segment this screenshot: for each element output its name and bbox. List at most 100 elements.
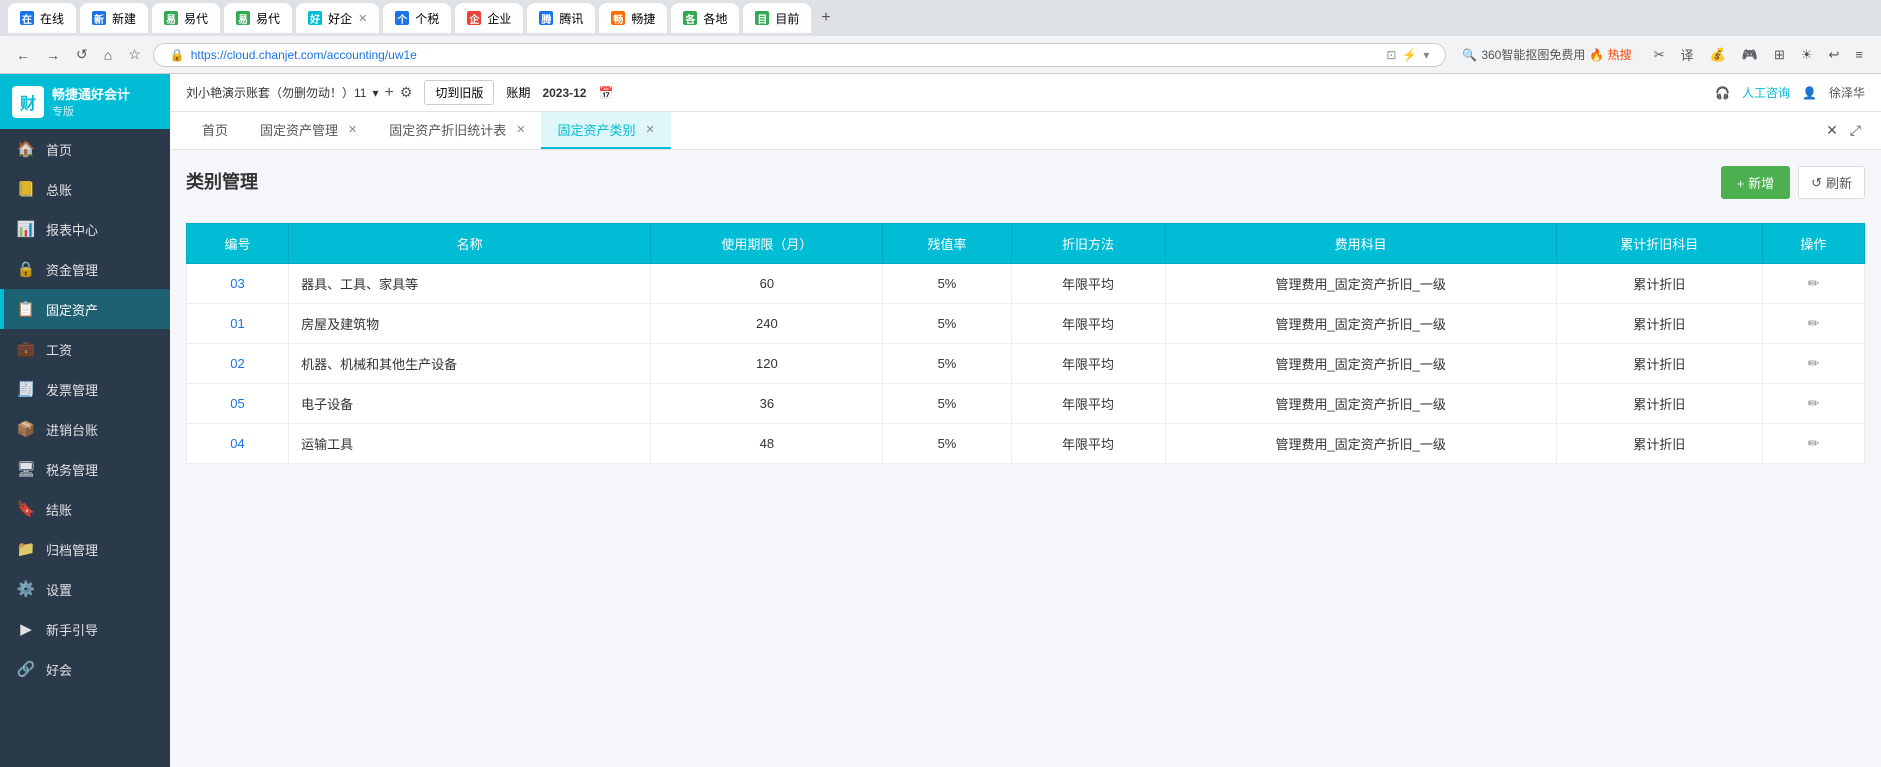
page-tab-category-label: 固定资产类别 [557, 120, 635, 139]
page-tab-fixed-mgmt-close[interactable]: ✕ [348, 123, 357, 136]
back-button[interactable]: ← [12, 43, 34, 67]
page-tab-home[interactable]: 首页 [186, 112, 244, 149]
refresh-button[interactable]: ↺ 刷新 [1798, 166, 1865, 199]
sidebar-item-more[interactable]: 🔗 好会 [0, 649, 170, 689]
browser-tab-3[interactable]: 易 易代 [224, 3, 292, 33]
cell-months-1: 240 [651, 304, 883, 344]
sidebar-label-closing: 结账 [46, 500, 72, 519]
cell-action-1[interactable]: ✏ [1762, 304, 1864, 344]
url-bar[interactable]: 🔒 https://cloud.chanjet.com/accounting/u… [153, 43, 1447, 67]
header-expense: 费用科目 [1165, 224, 1556, 264]
cell-name-4: 运输工具 [289, 424, 651, 464]
cell-expense-3: 管理费用_固定资产折旧_一级 [1165, 384, 1556, 424]
dropdown-icon[interactable]: ▾ [1423, 48, 1429, 62]
sidebar-label-reports: 报表中心 [46, 220, 98, 239]
headset-icon: 🎧 [1715, 86, 1730, 100]
table-row: 02 机器、机械和其他生产设备 120 5% 年限平均 管理费用_固定资产折旧_… [187, 344, 1865, 384]
page-tab-category[interactable]: 固定资产类别 ✕ [541, 112, 670, 149]
sidebar-item-tax[interactable]: 🖥 税务管理 [0, 449, 170, 489]
action-bar: + 新增 ↺ 刷新 [1721, 166, 1865, 199]
page-tab-fixed-mgmt[interactable]: 固定资产管理 ✕ [244, 112, 373, 149]
cell-action-3[interactable]: ✏ [1762, 384, 1864, 424]
tab-collapse-button[interactable]: ✕ [1822, 118, 1842, 143]
search-area: 🔍 360智能抠图免费用 🔥 热搜 [1454, 46, 1639, 63]
page-tab-depreciation[interactable]: 固定资产折旧统计表 ✕ [373, 112, 541, 149]
table-row: 05 电子设备 36 5% 年限平均 管理费用_固定资产折旧_一级 累计折旧 ✏ [187, 384, 1865, 424]
cell-months-3: 36 [651, 384, 883, 424]
cell-months-2: 120 [651, 344, 883, 384]
sidebar-item-home[interactable]: 🏠 首页 [0, 129, 170, 169]
page-title: 类别管理 [186, 168, 258, 194]
cell-action-4[interactable]: ✏ [1762, 424, 1864, 464]
home-nav-button[interactable]: ⌂ [100, 43, 116, 67]
sidebar-item-payroll[interactable]: 💼 工资 [0, 329, 170, 369]
table-row: 04 运输工具 48 5% 年限平均 管理费用_固定资产折旧_一级 累计折旧 ✏ [187, 424, 1865, 464]
undo-icon[interactable]: ↩ [1823, 43, 1846, 67]
cut-icon[interactable]: ✂ [1648, 43, 1671, 67]
browser-tab-label-1: 新建 [112, 10, 136, 27]
edit-icon-1[interactable]: ✏ [1808, 315, 1820, 331]
bookmark-button[interactable]: ☆ [124, 42, 145, 67]
user-company: 刘小艳演示账套（勿删勿动！）11 [186, 84, 366, 101]
new-tab-button[interactable]: + [815, 9, 836, 27]
browser-tab-label-3: 易代 [256, 10, 280, 27]
menu-icon[interactable]: ≡ [1849, 43, 1869, 66]
edit-icon-3[interactable]: ✏ [1808, 395, 1820, 411]
sidebar-label-settings: 设置 [46, 580, 72, 599]
tab-expand-button[interactable]: ⤢ [1846, 118, 1865, 143]
cell-action-2[interactable]: ✏ [1762, 344, 1864, 384]
cell-months-4: 48 [651, 424, 883, 464]
browser-tab-10[interactable]: 目 目前 [743, 3, 811, 33]
browser-tab-4[interactable]: 好 好企 ✕ [296, 3, 379, 33]
game-icon[interactable]: 🎮 [1736, 43, 1764, 67]
more-icon: 🔗 [16, 659, 36, 679]
cell-accumulated-2: 累计折旧 [1556, 344, 1762, 384]
user-dropdown-icon[interactable]: ▾ [372, 86, 378, 100]
translate-icon[interactable]: 译 [1675, 41, 1700, 68]
sidebar-item-funds[interactable]: 🔒 资金管理 [0, 249, 170, 289]
cell-residual-2: 5% [883, 344, 1011, 384]
app-layout: 财 畅捷通好会计 专版 🏠 首页 📒 总账 📊 报表中心 🔒 资金管理 📋 固定… [0, 74, 1881, 767]
calendar-icon[interactable]: 📅 [598, 86, 613, 100]
sidebar-item-stock[interactable]: 📦 进销台账 [0, 409, 170, 449]
logo-text: 畅捷通好会计 [52, 84, 130, 103]
edit-icon-0[interactable]: ✏ [1808, 275, 1820, 291]
browser-tab-2[interactable]: 易 易代 [152, 3, 220, 33]
sidebar-item-reports[interactable]: 📊 报表中心 [0, 209, 170, 249]
page-tab-category-close[interactable]: ✕ [646, 123, 655, 136]
browser-tab-5[interactable]: 个 个税 [383, 3, 451, 33]
consult-label[interactable]: 人工咨询 [1742, 84, 1790, 101]
sidebar-item-fixed-assets[interactable]: 📋 固定资产 [0, 289, 170, 329]
page-tab-depreciation-close[interactable]: ✕ [516, 123, 525, 136]
browser-tab-0[interactable]: 在 在线 [8, 3, 76, 33]
switch-version-button[interactable]: 切到旧版 [424, 80, 494, 105]
forward-button[interactable]: → [42, 43, 64, 67]
add-account-button[interactable]: + [385, 84, 394, 102]
settings-gear-button[interactable]: ⚙ [400, 84, 413, 101]
browser-tab-7[interactable]: 腾 腾讯 [527, 3, 595, 33]
sidebar-label-fixed-assets: 固定资产 [46, 300, 98, 319]
brightness-icon[interactable]: ☀ [1795, 43, 1819, 67]
browser-tab-close-4[interactable]: ✕ [358, 12, 367, 25]
sidebar-item-invoices[interactable]: 🧾 发票管理 [0, 369, 170, 409]
wallet-icon[interactable]: 💰 [1704, 43, 1732, 67]
search-placeholder: 360智能抠图免费用 [1481, 46, 1585, 63]
cell-action-0[interactable]: ✏ [1762, 264, 1864, 304]
reload-button[interactable]: ↺ [72, 42, 92, 67]
browser-tab-6[interactable]: 企 企业 [455, 3, 523, 33]
sidebar-item-settings[interactable]: ⚙️ 设置 [0, 569, 170, 609]
browser-tab-8[interactable]: 畅 畅捷 [599, 3, 667, 33]
grid-icon[interactable]: ⊞ [1768, 43, 1791, 67]
sidebar-label-tax: 税务管理 [46, 460, 98, 479]
sidebar-item-guide[interactable]: ▶ 新手引导 [0, 609, 170, 649]
sidebar-item-archive[interactable]: 📁 归档管理 [0, 529, 170, 569]
browser-tab-1[interactable]: 新 新建 [80, 3, 148, 33]
edit-icon-2[interactable]: ✏ [1808, 355, 1820, 371]
hot-search-label: 🔥 热搜 [1589, 46, 1631, 63]
edit-icon-4[interactable]: ✏ [1808, 435, 1820, 451]
sidebar-item-closing[interactable]: 🔖 结账 [0, 489, 170, 529]
cell-accumulated-1: 累计折旧 [1556, 304, 1762, 344]
sidebar-item-ledger[interactable]: 📒 总账 [0, 169, 170, 209]
add-button[interactable]: + 新增 [1721, 166, 1790, 199]
browser-tab-9[interactable]: 各 各地 [671, 3, 739, 33]
